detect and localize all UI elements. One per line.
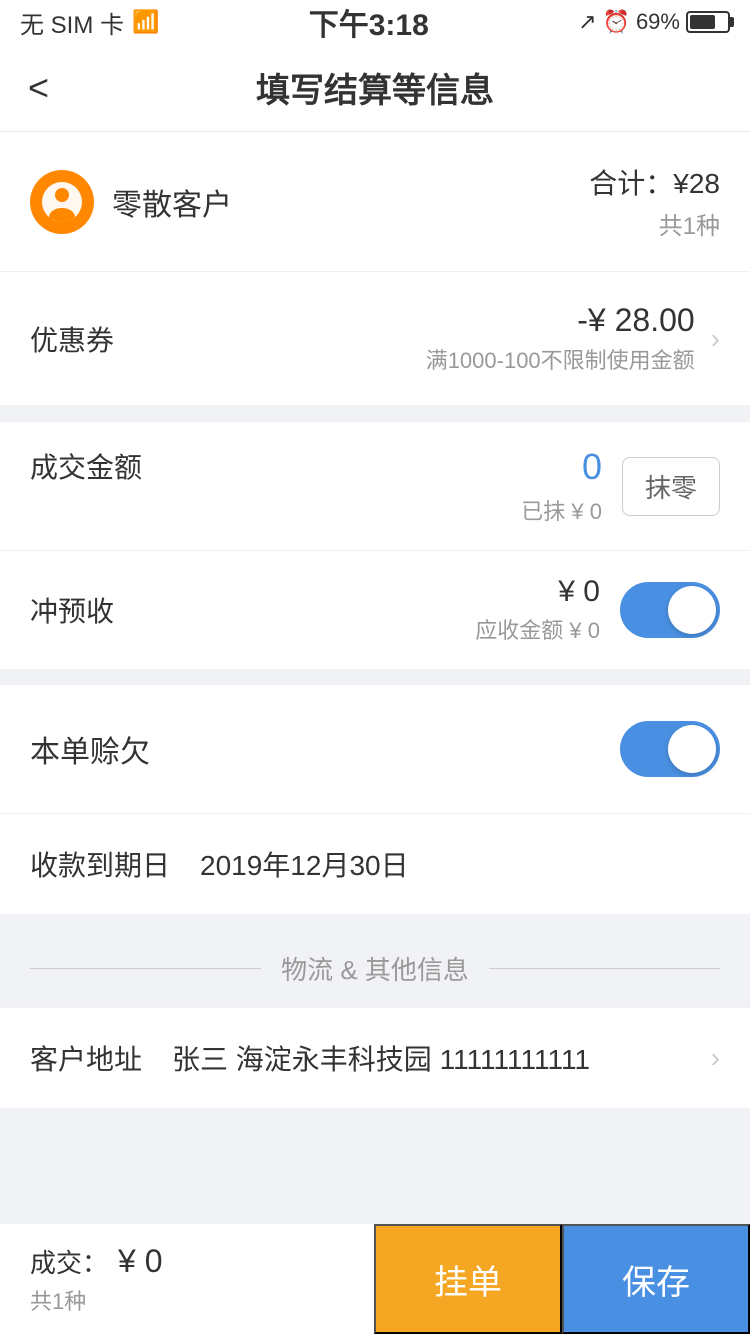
main-content: 零散客户 合计：¥28 共1种 优惠券 -¥ 28.00 满1000-100不限… <box>0 132 750 1244</box>
prepay-sub-value: 应收金额 ¥ 0 <box>475 613 600 645</box>
battery-icon <box>686 11 730 33</box>
total-amount: 合计：¥28 <box>589 162 720 202</box>
divider-line-right <box>489 968 720 969</box>
transaction-label: 成交金额 <box>30 446 142 486</box>
customer-right: 合计：¥28 共1种 <box>589 162 720 241</box>
battery-percent: 69% <box>636 9 680 35</box>
prepay-row: 冲预收 ¥ 0 应收金额 ¥ 0 <box>0 550 750 669</box>
status-bar: 无 SIM 卡 📶 下午3:18 ↗ ⏰ 69% <box>0 0 750 44</box>
due-date-label: 收款到期日 <box>30 844 170 884</box>
chevron-right-icon: › <box>711 323 720 355</box>
total-count: 共1种 <box>589 206 720 241</box>
customer-row: 零散客户 合计：¥28 共1种 <box>0 132 750 271</box>
location-icon: ↗ <box>578 9 596 35</box>
status-time: 下午3:18 <box>309 0 429 44</box>
due-date-value: 2019年12月30日 <box>200 844 409 884</box>
carrier-label: 无 SIM 卡 <box>20 5 124 40</box>
discount-value: -¥ 28.00 <box>426 302 695 339</box>
customer-section: 零散客户 合计：¥28 共1种 优惠券 -¥ 28.00 满1000-100不限… <box>0 132 750 405</box>
discount-value-block: -¥ 28.00 满1000-100不限制使用金额 <box>426 302 695 375</box>
logistics-label: 物流 & 其他信息 <box>281 950 469 987</box>
transaction-sub: 已抹 ¥ 0 <box>521 494 602 526</box>
alarm-icon: ⏰ <box>603 9 630 35</box>
bottom-left: 成交： ¥ 0 共1种 <box>0 1243 374 1316</box>
credit-label: 本单赊欠 <box>30 727 150 771</box>
prepay-main-value: ¥ 0 <box>475 575 600 609</box>
toggle-knob <box>668 586 716 634</box>
address-section: 客户地址 张三 海淀永丰科技园 11111111111 › <box>0 1007 750 1108</box>
prepay-value-block: ¥ 0 应收金额 ¥ 0 <box>475 575 600 645</box>
credit-toggle-knob <box>668 725 716 773</box>
transaction-value-block: 0 已抹 ¥ 0 <box>521 446 602 526</box>
credit-toggle[interactable] <box>620 721 720 777</box>
discount-right: -¥ 28.00 满1000-100不限制使用金额 › <box>426 302 720 375</box>
bottom-bar: 成交： ¥ 0 共1种 挂单 保存 <box>0 1224 750 1334</box>
deal-label: 成交： <box>30 1243 108 1280</box>
battery-fill <box>690 15 715 29</box>
page-title: 填写结算等信息 <box>256 63 494 112</box>
discount-sub: 满1000-100不限制使用金额 <box>426 343 695 375</box>
nav-bar: < 填写结算等信息 <box>0 44 750 132</box>
transaction-section: 成交金额 0 已抹 ¥ 0 抹零 冲预收 ¥ 0 应收金额 ¥ 0 <box>0 421 750 669</box>
status-right: ↗ ⏰ 69% <box>578 9 730 35</box>
avatar-inner <box>42 182 82 222</box>
prepay-toggle[interactable] <box>620 582 720 638</box>
address-row[interactable]: 客户地址 张三 海淀永丰科技园 11111111111 › <box>0 1007 750 1108</box>
bottom-deal: 成交： ¥ 0 <box>30 1243 344 1280</box>
status-left: 无 SIM 卡 📶 <box>20 5 159 40</box>
transaction-right: 0 已抹 ¥ 0 抹零 <box>521 446 720 526</box>
prepay-label: 冲预收 <box>30 590 114 630</box>
address-chevron-icon: › <box>711 1042 720 1074</box>
customer-name: 零散客户 <box>112 180 232 224</box>
due-date-row[interactable]: 收款到期日 2019年12月30日 <box>0 813 750 914</box>
divider-line-left <box>30 968 261 969</box>
discount-label: 优惠券 <box>30 319 114 359</box>
deal-amount: ¥ 0 <box>118 1243 162 1280</box>
address-value: 张三 海淀永丰科技园 11111111111 <box>172 1038 681 1078</box>
customer-left: 零散客户 <box>30 170 232 234</box>
bottom-count: 共1种 <box>30 1284 344 1316</box>
logistics-divider: 物流 & 其他信息 <box>0 930 750 1007</box>
address-label: 客户地址 <box>30 1038 142 1078</box>
prepay-right: ¥ 0 应收金额 ¥ 0 <box>475 575 720 645</box>
hang-button[interactable]: 挂单 <box>374 1224 562 1334</box>
back-button[interactable]: < <box>28 67 49 109</box>
round-off-button[interactable]: 抹零 <box>622 457 720 516</box>
wifi-icon: 📶 <box>132 9 159 35</box>
discount-row[interactable]: 优惠券 -¥ 28.00 满1000-100不限制使用金额 › <box>0 271 750 405</box>
credit-row: 本单赊欠 <box>0 685 750 813</box>
avatar <box>30 170 94 234</box>
transaction-row: 成交金额 0 已抹 ¥ 0 抹零 <box>0 421 750 550</box>
credit-section: 本单赊欠 收款到期日 2019年12月30日 <box>0 685 750 914</box>
transaction-value: 0 <box>521 446 602 488</box>
save-button[interactable]: 保存 <box>562 1224 750 1334</box>
